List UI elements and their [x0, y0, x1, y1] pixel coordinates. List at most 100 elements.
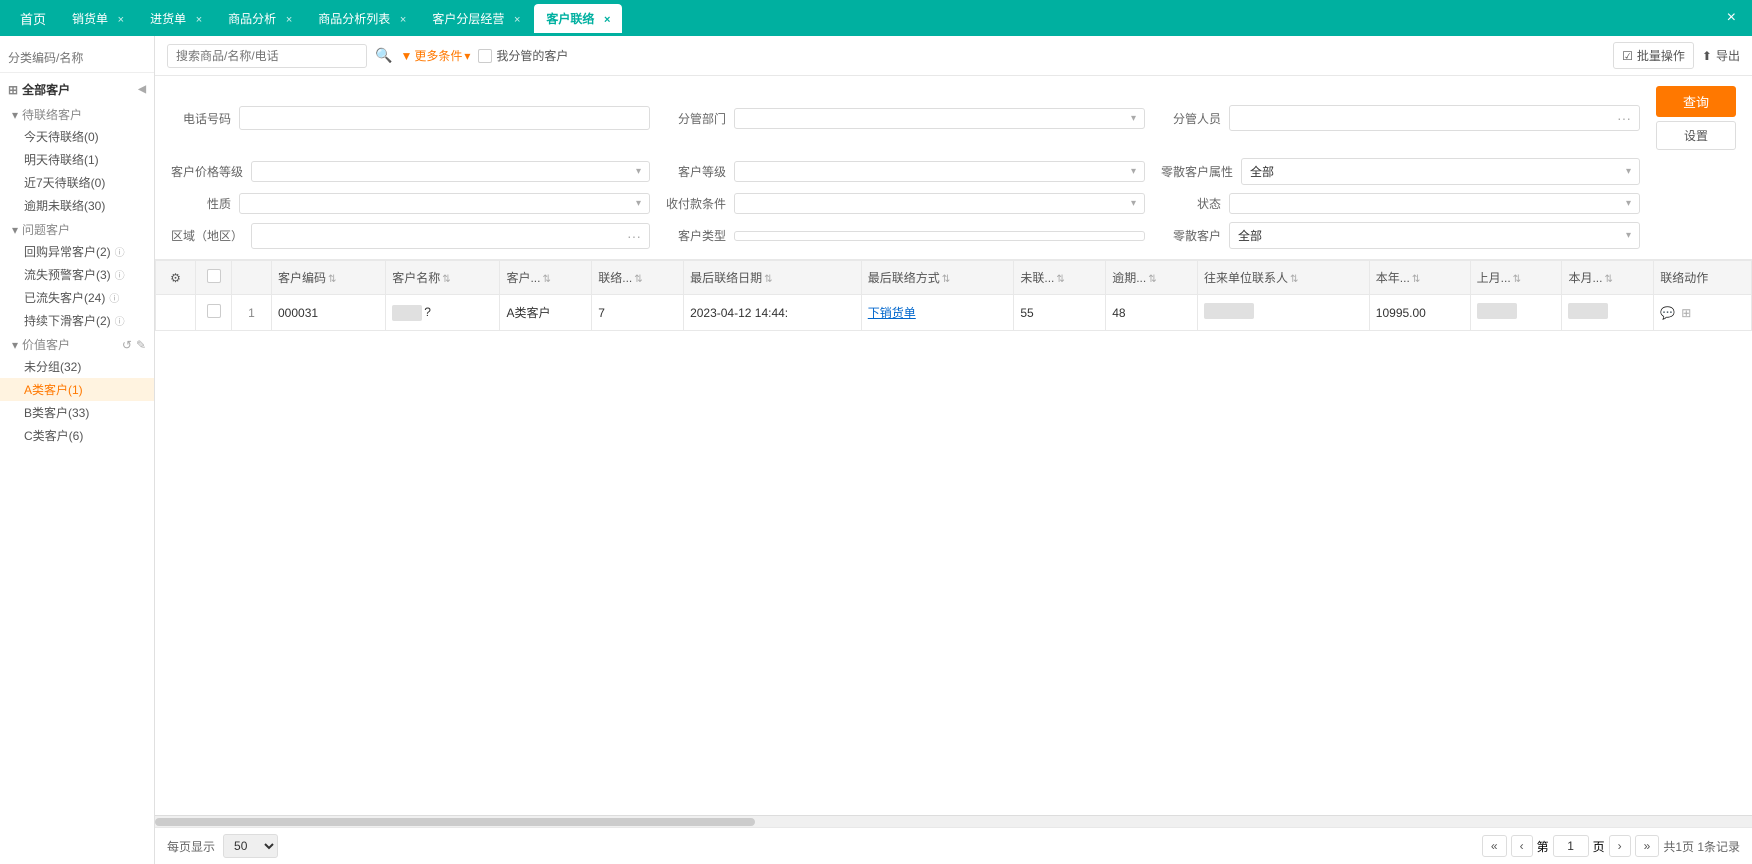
last-contact-link[interactable]: 下销货单 — [868, 306, 916, 320]
filter-price-level-select[interactable]: ▾ — [251, 161, 650, 182]
close-purchase-tab[interactable]: × — [196, 14, 202, 26]
filter-status-label: 状态 — [1161, 195, 1221, 212]
sidebar-section-problem[interactable]: ▾ 问题客户 — [0, 217, 154, 240]
header-checkbox[interactable] — [207, 269, 221, 283]
close-analysis-tab[interactable]: × — [286, 14, 292, 26]
row-category: A类客户 — [500, 295, 592, 331]
nature-dropdown-icon: ▾ — [636, 198, 641, 209]
sidebar-all-customers[interactable]: ⊞ 全部客户 ◀ — [0, 77, 154, 102]
filter-button[interactable]: ▼ 更多条件 ▾ — [400, 47, 470, 64]
th-uncontacted[interactable]: 未联...⇅ — [1014, 261, 1106, 295]
th-gear[interactable]: ⚙ — [156, 261, 196, 295]
nav-tab-analysis-list[interactable]: 商品分析列表 × — [306, 4, 418, 33]
qr-icon[interactable]: ⊞ — [1681, 306, 1691, 320]
filter-customer-level-select[interactable]: ▾ — [734, 161, 1145, 182]
thisyear-sort-icon: ⇅ — [1412, 274, 1420, 285]
row-overdue: 48 — [1106, 295, 1198, 331]
sidebar-item-unclassified[interactable]: 未分组(32) — [0, 355, 154, 378]
filter-payment-select[interactable]: ▾ — [734, 193, 1145, 214]
th-this-year[interactable]: 本年...⇅ — [1369, 261, 1470, 295]
sidebar-item-today-pending[interactable]: 今天待联络(0) — [0, 125, 154, 148]
sidebar-item-tomorrow-pending[interactable]: 明天待联络(1) — [0, 148, 154, 171]
sidebar-item-churned[interactable]: 已流失客户(24) ⓘ — [0, 286, 154, 309]
value-arrow-icon: ▾ — [12, 338, 18, 352]
filter-nature-select[interactable]: ▾ — [239, 193, 650, 214]
sidebar-search-input[interactable] — [8, 51, 155, 65]
search-input[interactable] — [167, 44, 367, 68]
row-last-contact-date: 2023-04-12 14:44: — [684, 295, 862, 331]
row-checkbox[interactable] — [207, 304, 221, 318]
next-page-button[interactable]: › — [1609, 835, 1631, 857]
filter-person-select[interactable]: ··· — [1229, 105, 1640, 131]
row-last-contact-method[interactable]: 下销货单 — [861, 295, 1014, 331]
filter-retail-attr-select[interactable]: 全部 ▾ — [1241, 158, 1640, 185]
value-edit-icon[interactable]: ✎ — [136, 338, 146, 352]
nav-tab-customer-tier[interactable]: 客户分层经营 × — [420, 4, 532, 33]
th-code[interactable]: 客户编码⇅ — [272, 261, 386, 295]
close-sales-tab[interactable]: × — [118, 14, 124, 26]
filter-retail-customer-select[interactable]: 全部 ▾ — [1229, 222, 1640, 249]
my-customer-checkbox[interactable] — [478, 49, 492, 63]
filter-status-select[interactable]: ▾ — [1229, 193, 1640, 214]
th-category[interactable]: 客户...⇅ — [500, 261, 592, 295]
chat-icon[interactable]: 💬 — [1660, 306, 1675, 320]
filter-panel: 电话号码 分管部门 ▾ 分管人员 ··· — [155, 76, 1752, 260]
region-more-icon[interactable]: ··· — [627, 228, 641, 244]
th-check[interactable] — [196, 261, 232, 295]
scrollbar-thumb[interactable] — [155, 818, 755, 826]
sidebar-collapse-button[interactable]: ◀ — [138, 84, 146, 95]
name-sort-icon: ⇅ — [442, 274, 450, 285]
person-more-icon[interactable]: ··· — [1617, 110, 1631, 126]
unit-sort-icon: ⇅ — [1290, 274, 1298, 285]
query-button[interactable]: 查询 — [1656, 86, 1736, 117]
page-size-select[interactable]: 50 100 200 — [223, 834, 278, 858]
page-size-label: 每页显示 — [167, 838, 215, 855]
th-this-month[interactable]: 本月...⇅ — [1562, 261, 1654, 295]
sidebar-item-churn-warning[interactable]: 流失预警客户(3) ⓘ — [0, 263, 154, 286]
batch-op-button[interactable]: ☑ 批量操作 — [1613, 42, 1694, 69]
sidebar-item-repurchase-abnormal[interactable]: 回购异常客户(2) ⓘ — [0, 240, 154, 263]
search-button[interactable]: 🔍 — [375, 47, 392, 64]
value-refresh-icon[interactable]: ↺ — [122, 338, 132, 352]
filter-customer-type-select[interactable] — [734, 231, 1145, 241]
th-last-contact-method[interactable]: 最后联络方式⇅ — [861, 261, 1014, 295]
nav-tab-purchase[interactable]: 进货单 × — [138, 4, 214, 33]
nav-tab-sales[interactable]: 销货单 × — [60, 4, 136, 33]
sidebar-item-declining[interactable]: 持续下滑客户(2) ⓘ — [0, 309, 154, 332]
th-contact[interactable]: 联络...⇅ — [592, 261, 684, 295]
th-last-month[interactable]: 上月...⇅ — [1470, 261, 1562, 295]
th-last-contact-date[interactable]: 最后联络日期⇅ — [684, 261, 862, 295]
sidebar-item-7days-pending[interactable]: 近7天待联络(0) — [0, 171, 154, 194]
close-analysis-list-tab[interactable]: × — [400, 14, 406, 26]
export-button[interactable]: ⬆ 导出 — [1702, 47, 1740, 64]
row-check[interactable] — [196, 295, 232, 331]
overdue-sort-icon: ⇅ — [1148, 274, 1156, 285]
nav-tab-customer-contact[interactable]: 客户联络 × — [534, 4, 622, 33]
filter-region-select[interactable]: ··· — [251, 223, 650, 249]
close-customer-contact-tab[interactable]: × — [604, 14, 610, 26]
filter-price-level-label: 客户价格等级 — [171, 163, 243, 180]
sidebar-item-overdue-contact[interactable]: 逾期未联络(30) — [0, 194, 154, 217]
th-name[interactable]: 客户名称⇅ — [386, 261, 500, 295]
filter-phone-input[interactable] — [239, 106, 650, 130]
first-page-button[interactable]: « — [1482, 835, 1507, 857]
horizontal-scrollbar[interactable] — [155, 815, 1752, 827]
sidebar-item-class-c[interactable]: C类客户(6) — [0, 424, 154, 447]
app-close-button[interactable]: × — [1719, 5, 1744, 31]
page-number-input[interactable] — [1553, 835, 1589, 857]
nav-home[interactable]: 首页 — [8, 3, 58, 34]
setting-button[interactable]: 设置 — [1656, 121, 1736, 150]
my-customer-filter[interactable]: 我分管的客户 — [478, 47, 568, 64]
filter-retail-attr-group: 零散客户属性 全部 ▾ — [1161, 158, 1640, 185]
th-unit-contact[interactable]: 往来单位联系人⇅ — [1198, 261, 1370, 295]
nav-tab-analysis[interactable]: 商品分析 × — [216, 4, 304, 33]
close-customer-tier-tab[interactable]: × — [514, 14, 520, 26]
th-overdue[interactable]: 逾期...⇅ — [1106, 261, 1198, 295]
sidebar-section-value[interactable]: ▾ 价值客户 ↺ ✎ — [0, 332, 154, 355]
last-page-button[interactable]: » — [1635, 835, 1660, 857]
sidebar-item-class-b[interactable]: B类客户(33) — [0, 401, 154, 424]
sidebar-item-class-a[interactable]: A类客户(1) — [0, 378, 154, 401]
prev-page-button[interactable]: ‹ — [1511, 835, 1533, 857]
filter-dept-select[interactable]: ▾ — [734, 108, 1145, 129]
sidebar-section-pending[interactable]: ▾ 待联络客户 — [0, 102, 154, 125]
